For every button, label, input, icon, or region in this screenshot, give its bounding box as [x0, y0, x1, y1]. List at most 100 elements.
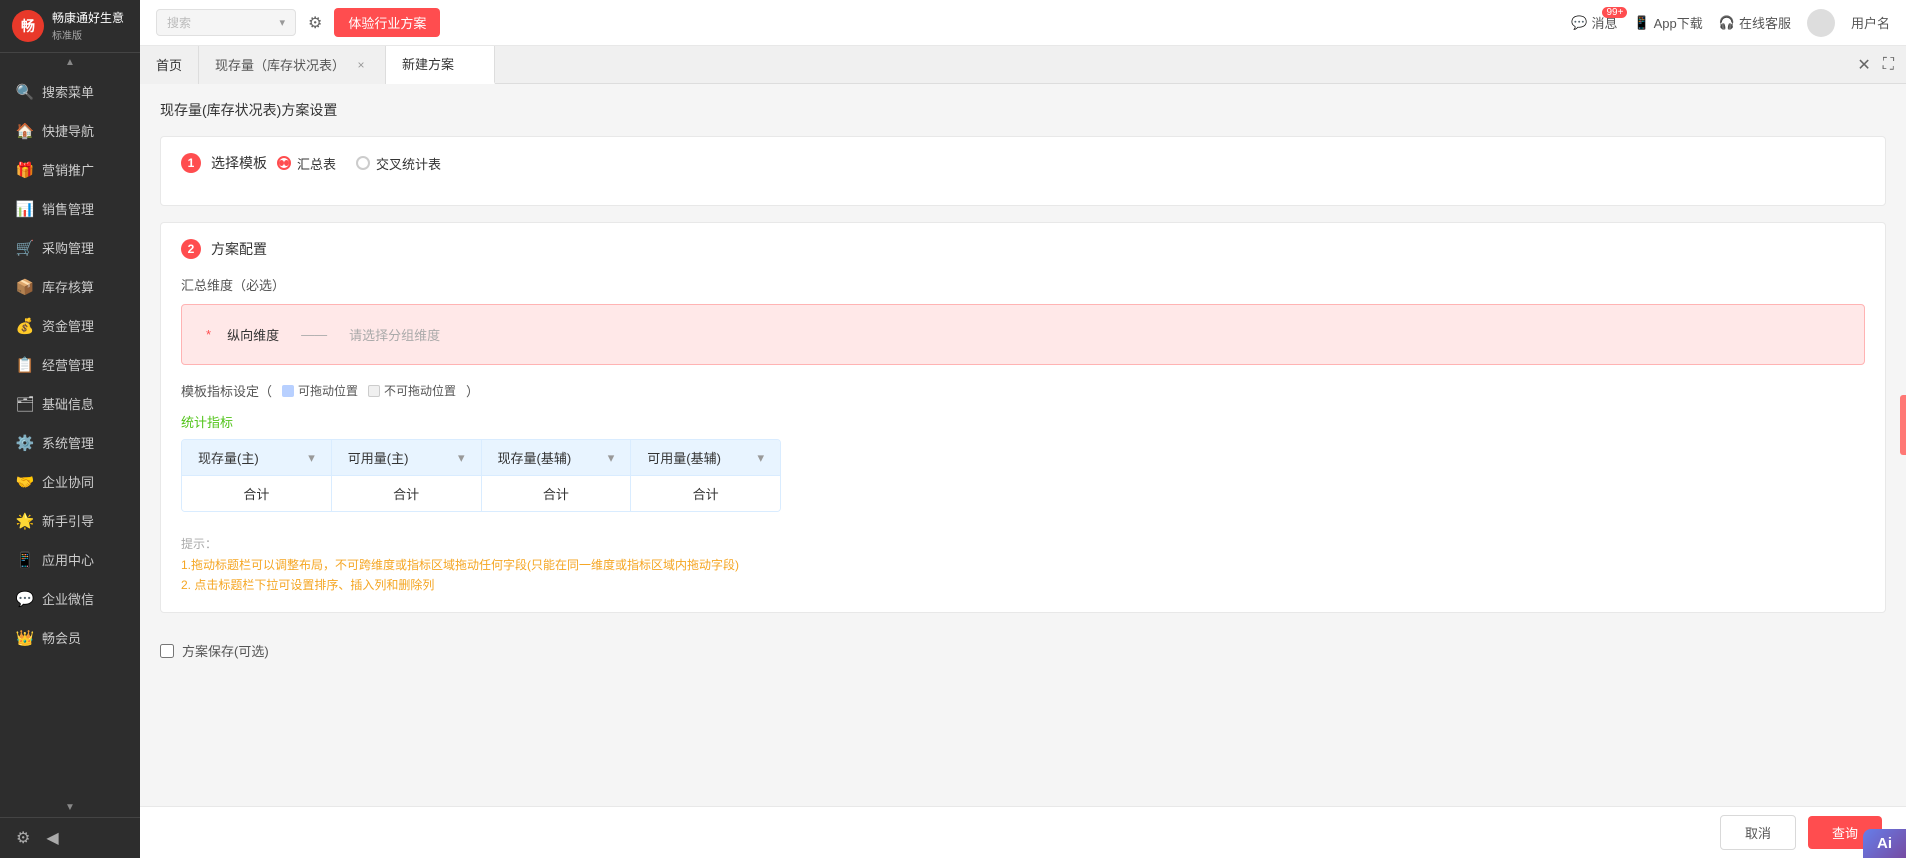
save-checkbox[interactable] — [160, 644, 174, 658]
sidebar-item-new-guide[interactable]: 🌟 新手引导 — [0, 501, 140, 540]
sidebar-scroll-up[interactable]: ▲ — [0, 53, 140, 72]
stats-col-3[interactable]: 可用量(基辅) ▾ — [631, 440, 780, 475]
stats-cell-0-1: 合计 — [332, 475, 482, 511]
sidebar-item-label: 采购管理 — [42, 238, 94, 257]
industry-btn[interactable]: 体验行业方案 — [334, 8, 440, 37]
sidebar-logo: 畅 畅康通好生意 标准版 — [0, 0, 140, 53]
dimension-box[interactable]: * 纵向维度 —— 请选择分组维度 — [181, 304, 1865, 365]
app-name: 畅康通好生意 — [52, 10, 124, 27]
username[interactable]: 用户名 — [1851, 13, 1890, 32]
radio-cross[interactable]: 交叉统计表 — [356, 154, 441, 173]
sidebar-item-member[interactable]: 👑 畅会员 — [0, 618, 140, 657]
clipboard-icon: 📋 — [16, 356, 34, 374]
sidebar-item-label: 资金管理 — [42, 316, 94, 335]
money-icon: 💰 — [16, 317, 34, 335]
stats-col-0[interactable]: 现存量(主) ▾ — [182, 440, 332, 475]
gift-icon: 🎁 — [16, 161, 34, 179]
movable-dot — [282, 385, 294, 397]
sidebar-item-wechat[interactable]: 💬 企业微信 — [0, 579, 140, 618]
stats-col-label-0: 现存量(主) — [198, 448, 259, 467]
save-label: 方案保存(可选) — [182, 641, 269, 660]
sidebar-item-label: 搜索菜单 — [42, 82, 94, 101]
sidebar-item-label: 畅会员 — [42, 628, 81, 647]
mobile-icon: 📱 — [16, 551, 34, 569]
stats-col-arrow-0[interactable]: ▾ — [308, 450, 315, 466]
hints: 提示： 1.拖动标题栏可以调整布局，不可跨维度或指标区域拖动任何字段(只能在同一… — [181, 535, 1865, 593]
sidebar-item-marketing[interactable]: 🎁 营销推广 — [0, 150, 140, 189]
dimension-required-mark: * — [206, 327, 211, 342]
template-close: ） — [466, 381, 479, 400]
sidebar-item-inventory[interactable]: 📦 库存核算 — [0, 267, 140, 306]
folder-icon: 🗂 — [16, 395, 34, 413]
tab-expand-icon[interactable]: ⛶ — [1879, 52, 1898, 78]
right-edge-scroll-bar[interactable] — [1900, 395, 1906, 455]
service-btn[interactable]: 🎧 在线客服 — [1719, 13, 1791, 32]
sidebar-item-label: 基础信息 — [42, 394, 94, 413]
app-icon: 📱 — [1633, 15, 1649, 31]
sidebar-item-app-center[interactable]: 📱 应用中心 — [0, 540, 140, 579]
sidebar-item-basic-info[interactable]: 🗂 基础信息 — [0, 384, 140, 423]
sidebar-scroll-down[interactable]: ▼ — [0, 798, 140, 817]
cancel-button[interactable]: 取消 — [1720, 815, 1796, 850]
stats-table-header: 现存量(主) ▾ 可用量(主) ▾ 现存量(基辅) ▾ — [182, 440, 780, 475]
sidebar-item-label: 新手引导 — [42, 511, 94, 530]
stats-col-arrow-1[interactable]: ▾ — [458, 450, 465, 466]
stats-col-label-2: 现存量(基辅) — [498, 448, 572, 467]
dropdown-icon: ▾ — [279, 16, 285, 29]
sidebar-item-enterprise[interactable]: 🤝 企业协同 — [0, 462, 140, 501]
sidebar-item-operation[interactable]: 📋 经营管理 — [0, 345, 140, 384]
sidebar-item-quick-nav[interactable]: 🏠 快捷导航 — [0, 111, 140, 150]
stats-col-arrow-2[interactable]: ▾ — [608, 450, 615, 466]
tab-inventory-status[interactable]: 现存量（库存状况表） × — [199, 46, 386, 84]
fixed-dot — [368, 385, 380, 397]
tab-close-all-icon[interactable]: ✕ — [1853, 51, 1874, 79]
topbar-search[interactable]: 搜索 ▾ — [156, 9, 296, 36]
stats-col-arrow-3[interactable]: ▾ — [757, 450, 764, 466]
collapse-icon[interactable]: ◀ — [46, 828, 58, 848]
tab-home[interactable]: 首页 — [140, 46, 199, 84]
app-download-btn[interactable]: 📱 App下载 — [1633, 13, 1702, 32]
radio-summary-label: 汇总表 — [297, 154, 336, 173]
aggregate-label: 汇总维度（必选） — [181, 275, 1865, 294]
section1-number: 1 — [181, 153, 201, 173]
message-btn[interactable]: 💬 消息 99+ — [1571, 13, 1617, 32]
settings-icon[interactable]: ⚙ — [16, 828, 30, 848]
stats-table: 现存量(主) ▾ 可用量(主) ▾ 现存量(基辅) ▾ — [181, 439, 781, 512]
template-label-text: 模板指标设定（ — [181, 381, 272, 400]
message-icon: 💬 — [1571, 15, 1587, 31]
stats-col-1[interactable]: 可用量(主) ▾ — [332, 440, 482, 475]
stats-col-label-1: 可用量(主) — [348, 448, 409, 467]
sidebar-item-purchase[interactable]: 🛒 采购管理 — [0, 228, 140, 267]
dimension-placeholder: 请选择分组维度 — [349, 325, 440, 344]
sidebar-item-label: 库存核算 — [42, 277, 94, 296]
chat-icon: 💬 — [16, 590, 34, 608]
star-icon: 🌟 — [16, 512, 34, 530]
hint-item-1-text: 2. 点击标题栏下拉可设置排序、插入列和删除列 — [181, 578, 434, 592]
stats-col-2[interactable]: 现存量(基辅) ▾ — [482, 440, 632, 475]
radio-summary[interactable]: 汇总表 — [277, 154, 336, 173]
gear-icon: ⚙️ — [16, 434, 34, 452]
sidebar-item-system[interactable]: ⚙️ 系统管理 — [0, 423, 140, 462]
tabbar-icons: ✕ ⛶ — [1845, 46, 1906, 84]
stats-table-body: 合计 合计 合计 合计 — [182, 475, 780, 511]
sidebar-item-sales[interactable]: 📊 销售管理 — [0, 189, 140, 228]
tab-new-plan[interactable]: 新建方案 × — [386, 46, 495, 84]
sidebar-item-label: 经营管理 — [42, 355, 94, 374]
topbar-settings-icon[interactable]: ⚙ — [308, 13, 322, 33]
sidebar-item-label: 应用中心 — [42, 550, 94, 569]
sidebar-item-finance[interactable]: 💰 资金管理 — [0, 306, 140, 345]
hint-title: 提示： — [181, 535, 1865, 552]
tab-inventory-close[interactable]: × — [353, 57, 369, 73]
tab-home-label: 首页 — [156, 55, 182, 74]
ai-badge[interactable]: Ai — [1863, 829, 1906, 858]
search-icon: 🔍 — [16, 83, 34, 101]
service-icon: 🎧 — [1719, 15, 1735, 31]
sidebar-item-search-menu[interactable]: 🔍 搜索菜单 — [0, 72, 140, 111]
tab-inventory-label: 现存量（库存状况表） — [215, 55, 345, 74]
user-avatar[interactable] — [1807, 9, 1835, 37]
stats-cell-0-0: 合计 — [182, 475, 332, 511]
sidebar-item-label: 系统管理 — [42, 433, 94, 452]
tab-new-close[interactable]: × — [462, 56, 478, 72]
section1-title: 选择模板 — [211, 153, 267, 173]
sidebar-item-label: 企业协同 — [42, 472, 94, 491]
